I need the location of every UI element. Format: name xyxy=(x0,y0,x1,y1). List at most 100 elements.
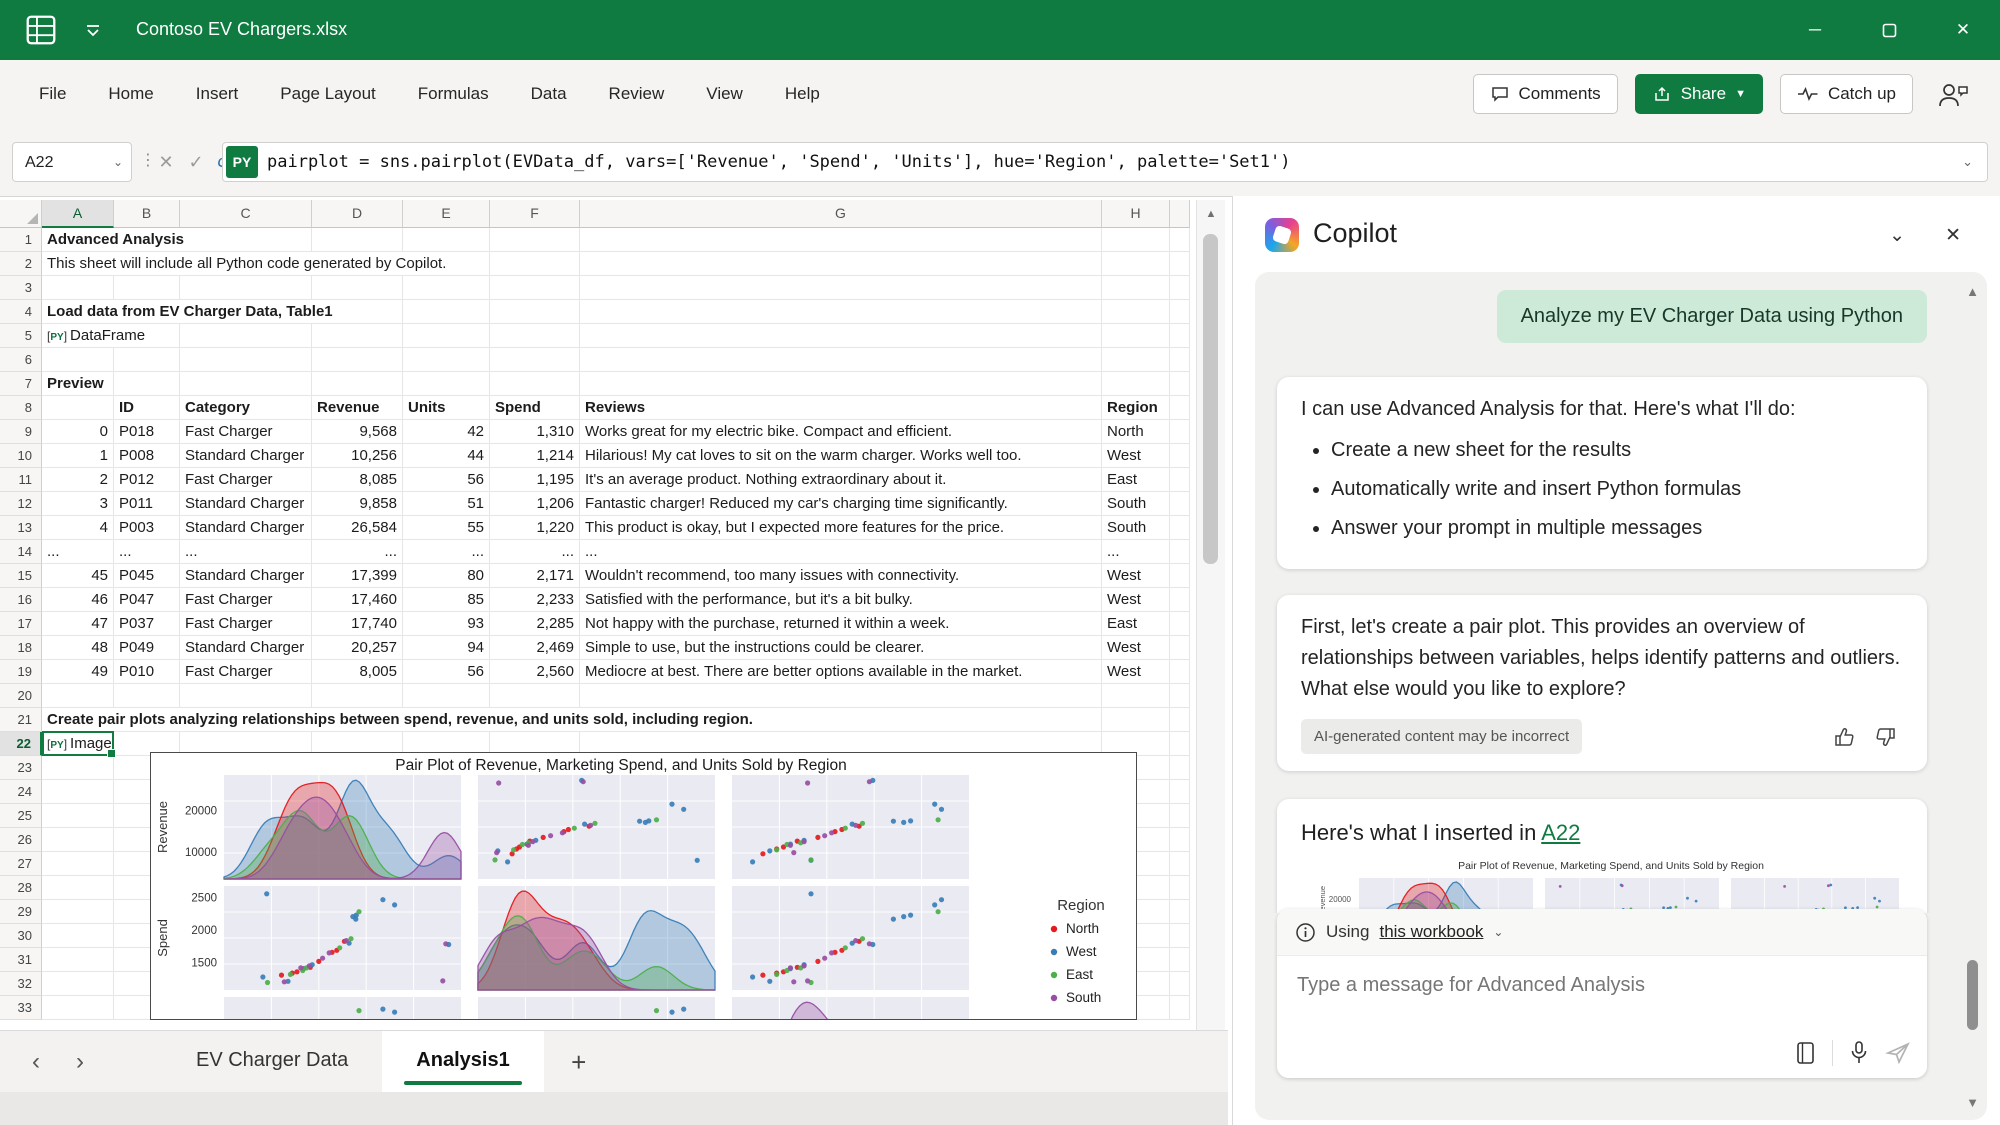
cell-C17[interactable]: Fast Charger xyxy=(180,612,312,636)
cell-A16[interactable]: 46 xyxy=(42,588,114,612)
sheet-tab-ev-charger-data[interactable]: EV Charger Data xyxy=(162,1031,382,1093)
add-sheet-button[interactable]: + xyxy=(544,1047,614,1078)
cell-C3[interactable] xyxy=(180,276,312,300)
ribbon-tab-insert[interactable]: Insert xyxy=(179,76,256,112)
formula-text[interactable]: pairplot = sns.pairplot(EVData_df, vars=… xyxy=(267,143,1291,181)
cell-E8[interactable]: Units xyxy=(403,396,490,420)
row-header-11[interactable]: 11 xyxy=(0,468,42,492)
cell-C18[interactable]: Standard Charger xyxy=(180,636,312,660)
ribbon-tab-page-layout[interactable]: Page Layout xyxy=(263,76,392,112)
maximize-button[interactable] xyxy=(1852,0,1926,60)
cell-A15[interactable]: 45 xyxy=(42,564,114,588)
cell-E19[interactable]: 56 xyxy=(403,660,490,684)
cell-D11[interactable]: 8,085 xyxy=(312,468,403,492)
column-header-D[interactable]: D xyxy=(312,200,403,228)
cell-x5[interactable] xyxy=(1170,324,1190,348)
cell-x7[interactable] xyxy=(1170,372,1190,396)
cell-A12[interactable]: 3 xyxy=(42,492,114,516)
cell-E18[interactable]: 94 xyxy=(403,636,490,660)
people-icon[interactable] xyxy=(1936,79,1970,109)
row-header-20[interactable]: 20 xyxy=(0,684,42,708)
cell-D17[interactable]: 17,740 xyxy=(312,612,403,636)
row-header-13[interactable]: 13 xyxy=(0,516,42,540)
cell-x28[interactable] xyxy=(1170,876,1190,900)
cell-D15[interactable]: 17,399 xyxy=(312,564,403,588)
cell-C12[interactable]: Standard Charger xyxy=(180,492,312,516)
cell-A11[interactable]: 2 xyxy=(42,468,114,492)
cell-H16[interactable]: West xyxy=(1102,588,1170,612)
cell-F5[interactable] xyxy=(490,324,580,348)
cell-B6[interactable] xyxy=(114,348,180,372)
thumbs-up-icon[interactable] xyxy=(1833,725,1857,749)
cell-H2[interactable] xyxy=(1102,252,1170,276)
cell-C15[interactable]: Standard Charger xyxy=(180,564,312,588)
column-header-E[interactable]: E xyxy=(403,200,490,228)
row-header-6[interactable]: 6 xyxy=(0,348,42,372)
cell-A9[interactable]: 0 xyxy=(42,420,114,444)
cell-x31[interactable] xyxy=(1170,948,1190,972)
copilot-message-input[interactable] xyxy=(1277,956,1927,1026)
cell-x27[interactable] xyxy=(1170,852,1190,876)
cell-D1[interactable] xyxy=(312,228,403,252)
column-header-G[interactable]: G xyxy=(580,200,1102,228)
cell-G14[interactable]: ... xyxy=(580,540,1102,564)
row-header-30[interactable]: 30 xyxy=(0,924,42,948)
cell-C9[interactable]: Fast Charger xyxy=(180,420,312,444)
name-box[interactable]: A22 ⌄ xyxy=(12,142,132,182)
cell-G19[interactable]: Mediocre at best. There are better optio… xyxy=(580,660,1102,684)
cell-x19[interactable] xyxy=(1170,660,1190,684)
row-header-19[interactable]: 19 xyxy=(0,660,42,684)
cell-A29[interactable] xyxy=(42,900,114,924)
cell-G8[interactable]: Reviews xyxy=(580,396,1102,420)
fill-handle[interactable] xyxy=(107,749,116,758)
cell-E13[interactable]: 55 xyxy=(403,516,490,540)
cell-A17[interactable]: 47 xyxy=(42,612,114,636)
cell-x24[interactable] xyxy=(1170,780,1190,804)
cell-D6[interactable] xyxy=(312,348,403,372)
ribbon-tab-help[interactable]: Help xyxy=(768,76,837,112)
row-header-28[interactable]: 28 xyxy=(0,876,42,900)
cell-x1[interactable] xyxy=(1170,228,1190,252)
cell-C6[interactable] xyxy=(180,348,312,372)
cell-E16[interactable]: 85 xyxy=(403,588,490,612)
cell-D14[interactable]: ... xyxy=(312,540,403,564)
cell-x33[interactable] xyxy=(1170,996,1190,1020)
cell-B15[interactable]: P045 xyxy=(114,564,180,588)
cell-x11[interactable] xyxy=(1170,468,1190,492)
cell-B20[interactable] xyxy=(114,684,180,708)
cell-x12[interactable] xyxy=(1170,492,1190,516)
cell-C14[interactable]: ... xyxy=(180,540,312,564)
cell-E6[interactable] xyxy=(403,348,490,372)
cell-C5[interactable] xyxy=(180,324,312,348)
cell-x22[interactable] xyxy=(1170,732,1190,756)
cell-B9[interactable]: P018 xyxy=(114,420,180,444)
cell-D10[interactable]: 10,256 xyxy=(312,444,403,468)
cell-D3[interactable] xyxy=(312,276,403,300)
column-header-A[interactable]: A xyxy=(42,200,114,228)
thumbs-down-icon[interactable] xyxy=(1873,725,1897,749)
cell-B19[interactable]: P010 xyxy=(114,660,180,684)
chat-scrollbar-thumb[interactable] xyxy=(1967,960,1978,1030)
row-header-3[interactable]: 3 xyxy=(0,276,42,300)
cell-x10[interactable] xyxy=(1170,444,1190,468)
cell-E7[interactable] xyxy=(403,372,490,396)
cell-B12[interactable]: P011 xyxy=(114,492,180,516)
cell-G9[interactable]: Works great for my electric bike. Compac… xyxy=(580,420,1102,444)
cell-A23[interactable] xyxy=(42,756,114,780)
column-header-H[interactable]: H xyxy=(1102,200,1170,228)
cancel-entry-icon[interactable]: ✕ xyxy=(152,142,180,182)
column-header-F[interactable]: F xyxy=(490,200,580,228)
cell-A13[interactable]: 4 xyxy=(42,516,114,540)
cell-A6[interactable] xyxy=(42,348,114,372)
row-header-33[interactable]: 33 xyxy=(0,996,42,1020)
cell-B18[interactable]: P049 xyxy=(114,636,180,660)
ribbon-tab-formulas[interactable]: Formulas xyxy=(401,76,506,112)
cell-F15[interactable]: 2,171 xyxy=(490,564,580,588)
microphone-icon[interactable] xyxy=(1847,1040,1871,1066)
cell-E15[interactable]: 80 xyxy=(403,564,490,588)
cell-G13[interactable]: This product is okay, but I expected mor… xyxy=(580,516,1102,540)
cell-E17[interactable]: 93 xyxy=(403,612,490,636)
cell-x2[interactable] xyxy=(1170,252,1190,276)
confirm-entry-icon[interactable]: ✓ xyxy=(182,142,210,182)
row-header-8[interactable]: 8 xyxy=(0,396,42,420)
